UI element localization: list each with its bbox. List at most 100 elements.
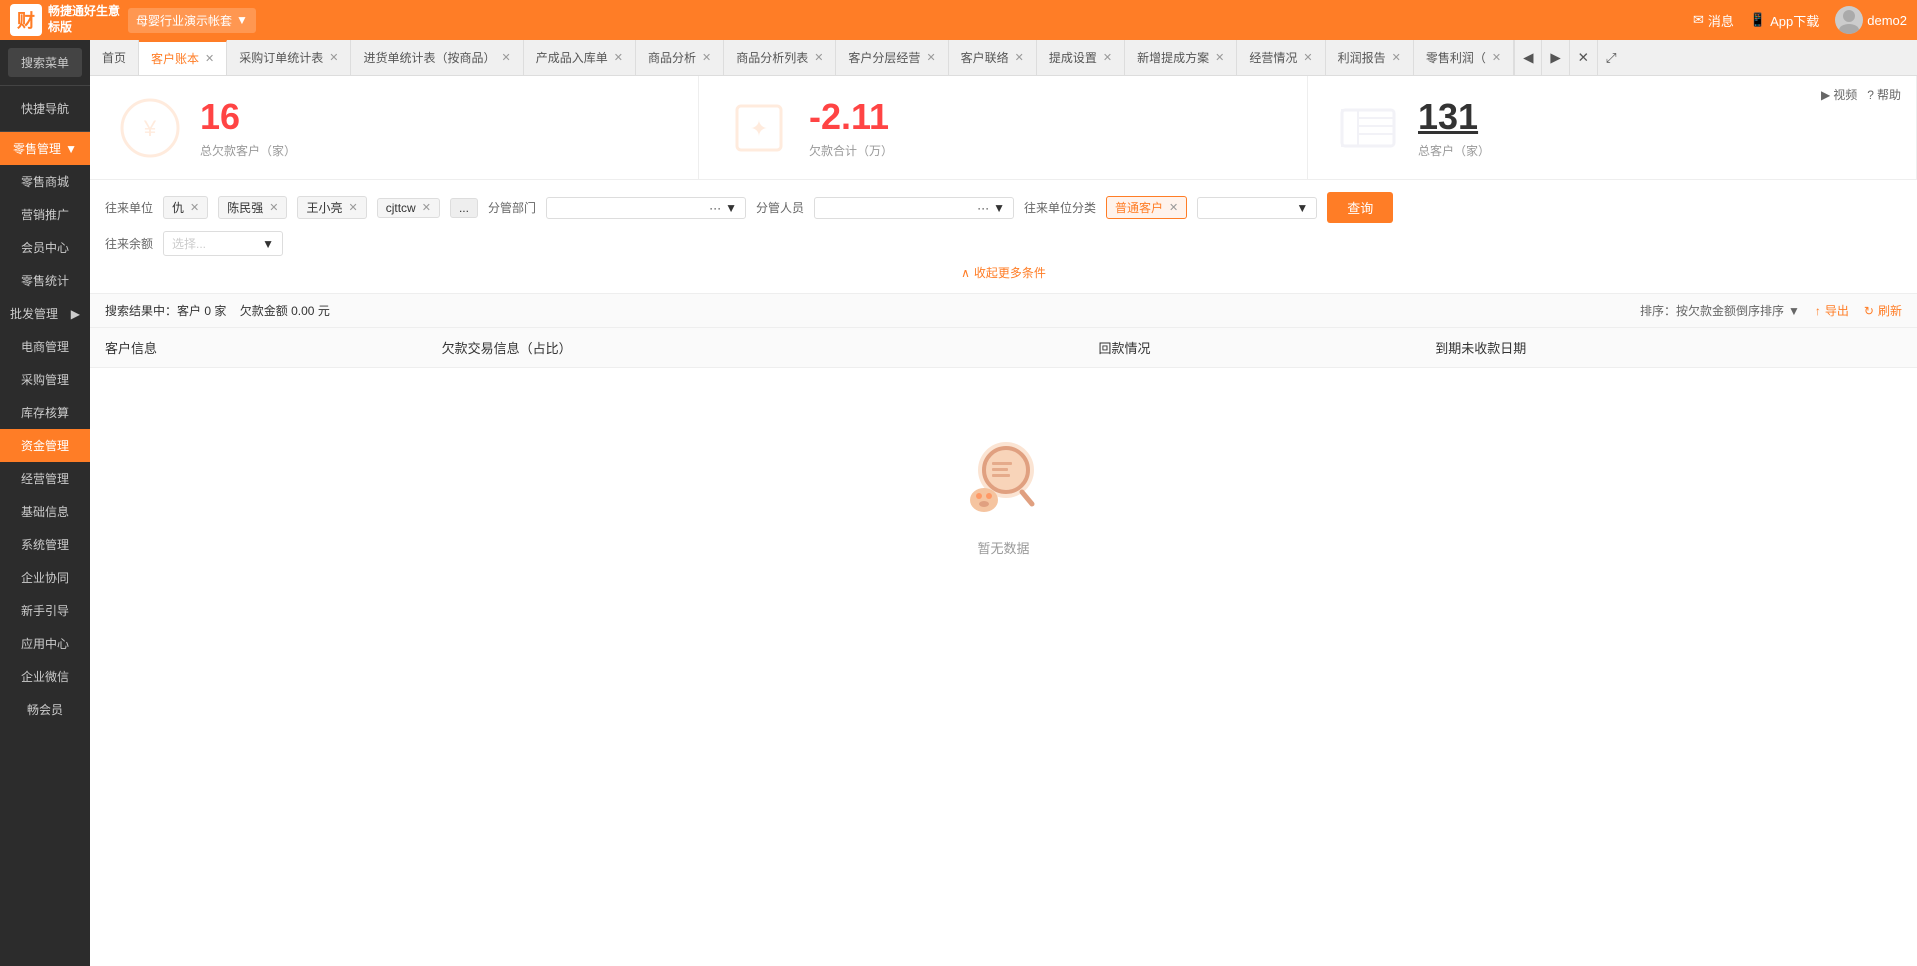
summary-top-right: ▶ 视频 ? 帮助 xyxy=(1821,86,1901,103)
tab-scroll-left[interactable]: ◀ xyxy=(1514,40,1541,76)
export-btn[interactable]: ↑ 导出 xyxy=(1815,302,1849,319)
summary-cards: ¥ 16 总欠款客户（家） ✦ xyxy=(90,76,1917,180)
sidebar-item-quick-nav[interactable]: 快捷导航 xyxy=(0,92,90,125)
tab-close-all[interactable]: ✕ xyxy=(1569,40,1597,76)
tab-close-customer-segment[interactable]: ✕ xyxy=(926,51,935,64)
tab-close-customer-book[interactable]: ✕ xyxy=(205,52,214,65)
person-chevron-icon: ▼ xyxy=(993,201,1005,215)
tab-goods-analysis-list[interactable]: 商品分析列表 ✕ xyxy=(724,40,836,76)
sidebar-item-base-info[interactable]: 基础信息 xyxy=(0,495,90,528)
search-menu-btn[interactable]: 搜索菜单 xyxy=(8,48,82,77)
query-button[interactable]: 查询 xyxy=(1327,192,1393,223)
tab-goods-analysis[interactable]: 商品分析 ✕ xyxy=(636,40,724,76)
sidebar-item-member-center[interactable]: 会员中心 xyxy=(0,231,90,264)
remove-tag-cjttcw[interactable]: ✕ xyxy=(422,201,431,214)
messages-btn[interactable]: ✉ 消息 xyxy=(1693,11,1734,30)
summary-card-data-2: -2.11 欠款合计（万） xyxy=(809,96,893,159)
remainder-select[interactable]: 选择... ▼ xyxy=(163,231,283,256)
filter-tag-more[interactable]: ... xyxy=(450,198,478,218)
remove-tag-wang[interactable]: ✕ xyxy=(349,201,358,214)
tab-customer-contact[interactable]: 客户联络 ✕ xyxy=(949,40,1037,76)
sidebar-section-retail[interactable]: 零售管理 ▼ xyxy=(0,132,90,165)
tab-profit-report[interactable]: 利润报告 ✕ xyxy=(1326,40,1414,76)
tab-operations-status[interactable]: 经营情况 ✕ xyxy=(1237,40,1325,76)
tab-scroll-right[interactable]: ▶ xyxy=(1541,40,1568,76)
tab-close-goods-analysis[interactable]: ✕ xyxy=(702,51,711,64)
data-table: 客户信息 欠款交易信息（占比） 回款情况 到期未收款日期 xyxy=(90,328,1917,368)
tab-goods-in-stat[interactable]: 进货单统计表（按商品） ✕ xyxy=(351,40,523,76)
sidebar-item-enterprise-wechat[interactable]: 企业微信 xyxy=(0,660,90,693)
sidebar-item-inventory[interactable]: 库存核算 xyxy=(0,396,90,429)
sidebar-item-marketing[interactable]: 营销推广 xyxy=(0,198,90,231)
sidebar-item-retail-mall[interactable]: 零售商城 xyxy=(0,165,90,198)
tab-new-raise-plan[interactable]: 新增提成方案 ✕ xyxy=(1125,40,1237,76)
refresh-btn[interactable]: ↻ 刷新 xyxy=(1864,302,1902,319)
search-result-text: 搜索结果中：客户 0 家 欠款金额 0.00 元 xyxy=(105,302,330,319)
remove-cat-normal[interactable]: ✕ xyxy=(1169,201,1178,214)
tab-customer-segment[interactable]: 客户分层经营 ✕ xyxy=(836,40,948,76)
tab-retail-profit[interactable]: 零售利润（ ✕ xyxy=(1414,40,1514,76)
tab-maximize[interactable]: ⤢ xyxy=(1597,40,1625,76)
filter-tag-chen[interactable]: 陈民强 ✕ xyxy=(218,196,287,219)
sidebar-item-enterprise-coop[interactable]: 企业协同 xyxy=(0,561,90,594)
filter-row-1: 往来单位 仇 ✕ 陈民强 ✕ 王小亮 ✕ xyxy=(105,192,1902,223)
tab-close-retail-profit[interactable]: ✕ xyxy=(1492,51,1501,64)
remove-tag-qiu[interactable]: ✕ xyxy=(190,201,199,214)
dept-label: 分管部门 xyxy=(488,199,536,216)
col-due-date: 到期未收款日期 xyxy=(1420,328,1917,368)
dept-select-more: ··· xyxy=(709,201,721,215)
sidebar-item-operations[interactable]: 经营管理 xyxy=(0,462,90,495)
user-account[interactable]: demo2 xyxy=(1835,6,1907,34)
help-link[interactable]: ? 帮助 xyxy=(1867,86,1901,103)
video-link[interactable]: ▶ 视频 xyxy=(1821,86,1857,103)
user-avatar xyxy=(1835,6,1863,34)
top-bar: 财 畅捷通好生意 标版 母婴行业演示帐套 ▼ ✉ 消息 📱 App下载 xyxy=(0,0,1917,40)
unit-category-select[interactable]: ▼ xyxy=(1197,197,1317,219)
tab-purchase-order[interactable]: 采购订单统计表 ✕ xyxy=(227,40,351,76)
sidebar-item-ecommerce[interactable]: 电商管理 xyxy=(0,330,90,363)
tab-close-raise-setting[interactable]: ✕ xyxy=(1103,51,1112,64)
sidebar-item-batch-manage[interactable]: 批发管理 ▶ xyxy=(0,297,90,330)
tab-close-profit-report[interactable]: ✕ xyxy=(1392,51,1401,64)
help-icon: ? xyxy=(1867,88,1874,102)
tab-close-product-in[interactable]: ✕ xyxy=(614,51,623,64)
filter-tag-cjttcw[interactable]: cjttcw ✕ xyxy=(377,198,440,218)
person-select[interactable]: ··· ▼ xyxy=(814,197,1014,219)
remove-tag-chen[interactable]: ✕ xyxy=(269,201,278,214)
sidebar-item-new-guide[interactable]: 新手引导 xyxy=(0,594,90,627)
app-download-btn[interactable]: 📱 App下载 xyxy=(1750,11,1819,30)
tab-raise-setting[interactable]: 提成设置 ✕ xyxy=(1037,40,1125,76)
sort-select[interactable]: 排序：按欠款金额倒序排序 ▼ xyxy=(1640,302,1800,319)
filter-tag-wang[interactable]: 王小亮 ✕ xyxy=(297,196,366,219)
collapse-filters-btn[interactable]: ∧ 收起更多条件 xyxy=(961,264,1046,281)
sidebar-item-member[interactable]: 畅会员 xyxy=(0,693,90,726)
dept-select[interactable]: ··· ▼ xyxy=(546,197,746,219)
sidebar-item-app-center[interactable]: 应用中心 xyxy=(0,627,90,660)
sidebar-item-system[interactable]: 系统管理 xyxy=(0,528,90,561)
filter-tag-qiu[interactable]: 仇 ✕ xyxy=(163,196,208,219)
tab-close-goods-in-stat[interactable]: ✕ xyxy=(502,51,511,64)
empty-state: 暂无数据 xyxy=(90,368,1917,617)
from-unit-label: 往来单位 xyxy=(105,199,153,216)
tab-close-goods-analysis-list[interactable]: ✕ xyxy=(814,51,823,64)
tab-customer-book[interactable]: 客户账本 ✕ xyxy=(139,40,227,76)
tab-close-purchase-order[interactable]: ✕ xyxy=(329,51,338,64)
logo-icon: 财 xyxy=(10,4,42,36)
chevron-down-icon: ▼ xyxy=(65,142,77,156)
tab-close-operations-status[interactable]: ✕ xyxy=(1303,51,1312,64)
account-selector[interactable]: 母婴行业演示帐套 ▼ xyxy=(128,8,256,33)
phone-icon: 📱 xyxy=(1750,12,1766,28)
refresh-icon: ↻ xyxy=(1864,304,1874,318)
tab-product-in[interactable]: 产成品入库单 ✕ xyxy=(524,40,636,76)
total-customers-value: 131 xyxy=(1418,96,1490,138)
sidebar-item-purchase[interactable]: 采购管理 xyxy=(0,363,90,396)
search-result-bar: 搜索结果中：客户 0 家 欠款金额 0.00 元 排序：按欠款金额倒序排序 ▼ xyxy=(90,294,1917,328)
filter-cat-normal[interactable]: 普通客户 ✕ xyxy=(1106,196,1187,219)
person-label: 分管人员 xyxy=(756,199,804,216)
tab-close-new-raise-plan[interactable]: ✕ xyxy=(1215,51,1224,64)
tab-home[interactable]: 首页 xyxy=(90,40,139,76)
sidebar-item-retail-stats[interactable]: 零售统计 xyxy=(0,264,90,297)
sidebar-item-finance[interactable]: 资金管理 xyxy=(0,429,90,462)
search-actions: 排序：按欠款金额倒序排序 ▼ ↑ 导出 ↻ 刷新 xyxy=(1640,302,1902,319)
tab-close-customer-contact[interactable]: ✕ xyxy=(1015,51,1024,64)
